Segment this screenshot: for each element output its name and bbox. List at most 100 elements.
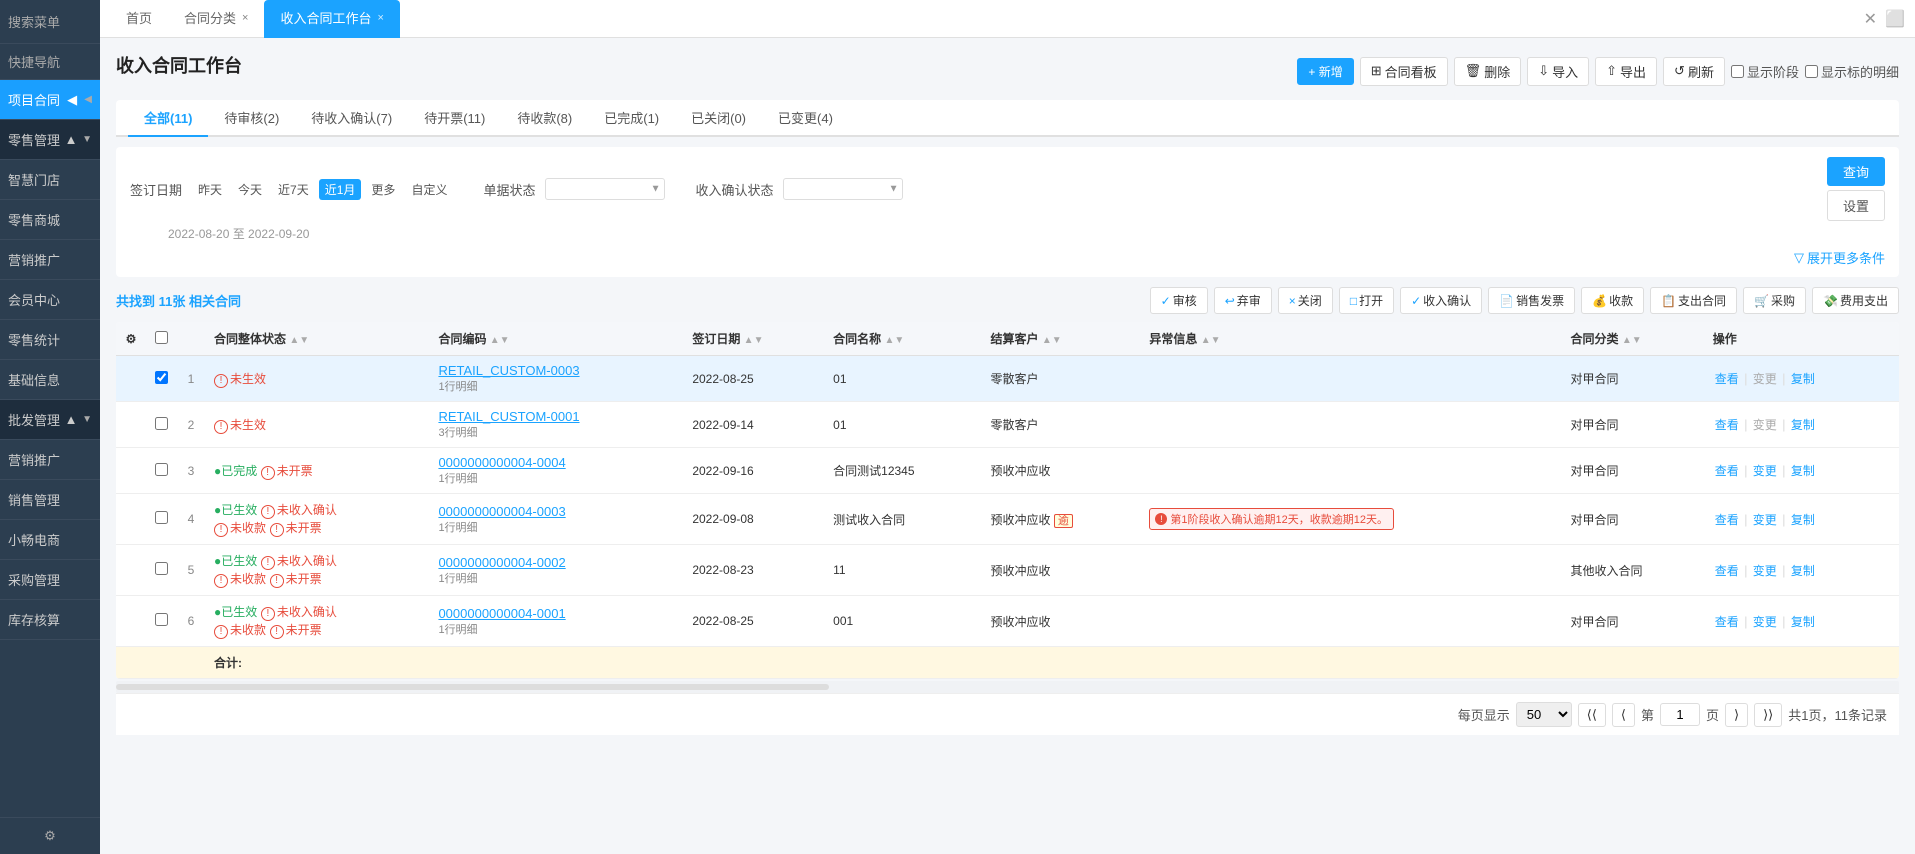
copy-btn[interactable]: 复制 [1789,464,1817,478]
purchase-btn[interactable]: 🛒采购 [1743,287,1806,314]
sidebar-item-retail[interactable]: 零售管理 ▲ [0,120,100,160]
sub-tab-all[interactable]: 全部(11) [128,100,208,137]
per-page-select[interactable]: 50 100 [1516,702,1572,727]
view-btn[interactable]: 查看 [1713,372,1741,386]
cell-gear[interactable] [116,356,146,402]
edit-btn[interactable]: 变更 [1751,513,1779,527]
review-btn[interactable]: ✓审核 [1150,287,1208,314]
sidebar-item-stats[interactable]: 零售统计 [0,320,100,360]
date-opt-today[interactable]: 今天 [232,179,268,200]
sidebar-item-member[interactable]: 会员中心 [0,280,100,320]
sidebar-item-basic[interactable]: 基础信息 [0,360,100,400]
view-btn[interactable]: 查看 [1713,615,1741,629]
query-button[interactable]: 查询 [1827,157,1885,186]
copy-btn[interactable]: 复制 [1789,513,1817,527]
sub-tab-pending-confirm[interactable]: 待收入确认(7) [295,100,408,137]
view-btn[interactable]: 查看 [1713,418,1741,432]
col-gear[interactable]: ⚙ [116,322,146,356]
show-phase-checkbox[interactable]: 显示阶段 [1731,62,1799,81]
setting-button[interactable]: 设置 [1827,190,1885,221]
contract-code-link[interactable]: 0000000000004-0003 [438,504,565,519]
sidebar-item-ecommerce[interactable]: 零售商城 [0,200,100,240]
cell-checkbox[interactable] [146,402,176,448]
cell-checkbox[interactable] [146,494,176,545]
contract-code-link[interactable]: 0000000000004-0004 [438,455,565,470]
contract-code-link[interactable]: 0000000000004-0002 [438,555,565,570]
cell-gear[interactable] [116,402,146,448]
date-opt-more[interactable]: 更多 [365,179,401,200]
expense-btn[interactable]: 💸费用支出 [1812,287,1899,314]
edit-btn[interactable]: 变更 [1751,615,1779,629]
view-btn[interactable]: 查看 [1713,564,1741,578]
income-confirm-select[interactable] [783,178,903,200]
cell-checkbox[interactable] [146,448,176,494]
sidebar-gear[interactable]: ⚙ [0,817,100,854]
new-button[interactable]: + 新增 [1297,58,1353,85]
last-page-btn[interactable]: ⟩⟩ [1754,703,1782,727]
sub-tab-pending-collect[interactable]: 待收款(8) [501,100,588,137]
window-close-btn[interactable]: ✕ [1864,9,1877,29]
sub-tab-pending-invoice[interactable]: 待开票(11) [408,100,501,137]
edit-btn[interactable]: 变更 [1751,372,1779,386]
sidebar-quick-nav[interactable]: 快捷导航 [0,44,100,80]
cell-checkbox[interactable] [146,356,176,402]
sidebar-item-inventory[interactable]: 库存核算 [0,600,100,640]
sidebar-search[interactable]: 搜索菜单 [0,0,100,44]
copy-btn[interactable]: 复制 [1789,564,1817,578]
open-btn[interactable]: □打开 [1339,287,1394,314]
col-select-all[interactable] [146,322,176,356]
kanban-button[interactable]: ⊞ 合同看板 [1360,57,1448,86]
sidebar-item-purchase[interactable]: 采购管理 [0,560,100,600]
sidebar-item-smartstore[interactable]: 智慧门店 [0,160,100,200]
cell-gear[interactable] [116,596,146,647]
sales-invoice-btn[interactable]: 📄销售发票 [1488,287,1575,314]
cell-gear[interactable] [116,545,146,596]
date-opt-last7[interactable]: 近7天 [272,179,315,200]
page-input[interactable] [1660,703,1700,726]
abandon-btn[interactable]: ↩弃审 [1214,287,1272,314]
export-button[interactable]: ⇧ 导出 [1595,57,1657,86]
show-detail-checkbox[interactable]: 显示标的明细 [1805,62,1899,81]
import-button[interactable]: ⇩ 导入 [1527,57,1589,86]
date-opt-yesterday[interactable]: 昨天 [192,179,228,200]
tab-contract-type-close[interactable]: × [242,12,248,24]
doc-status-select[interactable] [545,178,665,200]
edit-btn[interactable]: 变更 [1751,464,1779,478]
contract-code-link[interactable]: 0000000000004-0001 [438,606,565,621]
sidebar-item-wmarketing[interactable]: 营销推广 [0,440,100,480]
sub-tab-done[interactable]: 已完成(1) [588,100,675,137]
view-btn[interactable]: 查看 [1713,464,1741,478]
expand-filter-btn[interactable]: ▽ 展开更多条件 [1794,248,1885,267]
sidebar-item-marketing1[interactable]: 营销推广 [0,240,100,280]
cell-checkbox[interactable] [146,596,176,647]
cell-gear[interactable] [116,448,146,494]
cell-gear[interactable] [116,494,146,545]
collect-btn[interactable]: 💰收款 [1581,287,1644,314]
copy-btn[interactable]: 复制 [1789,615,1817,629]
date-opt-custom[interactable]: 自定义 [405,179,453,200]
prev-page-btn[interactable]: ⟨ [1612,703,1635,727]
contract-code-link[interactable]: RETAIL_CUSTOM-0001 [438,409,579,424]
income-confirm-btn[interactable]: ✓收入确认 [1400,287,1482,314]
tab-income-workbench[interactable]: 收入合同工作台 × [264,0,399,38]
sidebar-item-sales[interactable]: 销售管理 [0,480,100,520]
sub-tab-closed[interactable]: 已关闭(0) [675,100,762,137]
cell-checkbox[interactable] [146,545,176,596]
copy-btn[interactable]: 复制 [1789,372,1817,386]
sidebar-item-project[interactable]: 项目合同 ◀ [0,80,100,120]
tab-income-workbench-close[interactable]: × [377,12,383,24]
view-btn[interactable]: 查看 [1713,513,1741,527]
edit-btn[interactable]: 变更 [1751,418,1779,432]
out-contract-btn[interactable]: 📋支出合同 [1650,287,1737,314]
first-page-btn[interactable]: ⟨⟨ [1578,703,1606,727]
delete-button[interactable]: 🗑 删除 [1454,57,1522,86]
next-page-btn[interactable]: ⟩ [1725,703,1748,727]
date-opt-last1m[interactable]: 近1月 [319,179,362,200]
tab-contract-type[interactable]: 合同分类 × [168,0,264,38]
window-maximize-btn[interactable]: ⬜ [1885,9,1905,29]
horizontal-scrollbar[interactable] [116,684,829,690]
sub-tab-changed[interactable]: 已变更(4) [762,100,849,137]
edit-btn[interactable]: 变更 [1751,564,1779,578]
sub-tab-pending-review[interactable]: 待审核(2) [208,100,295,137]
close-btn[interactable]: ×关闭 [1278,287,1333,314]
